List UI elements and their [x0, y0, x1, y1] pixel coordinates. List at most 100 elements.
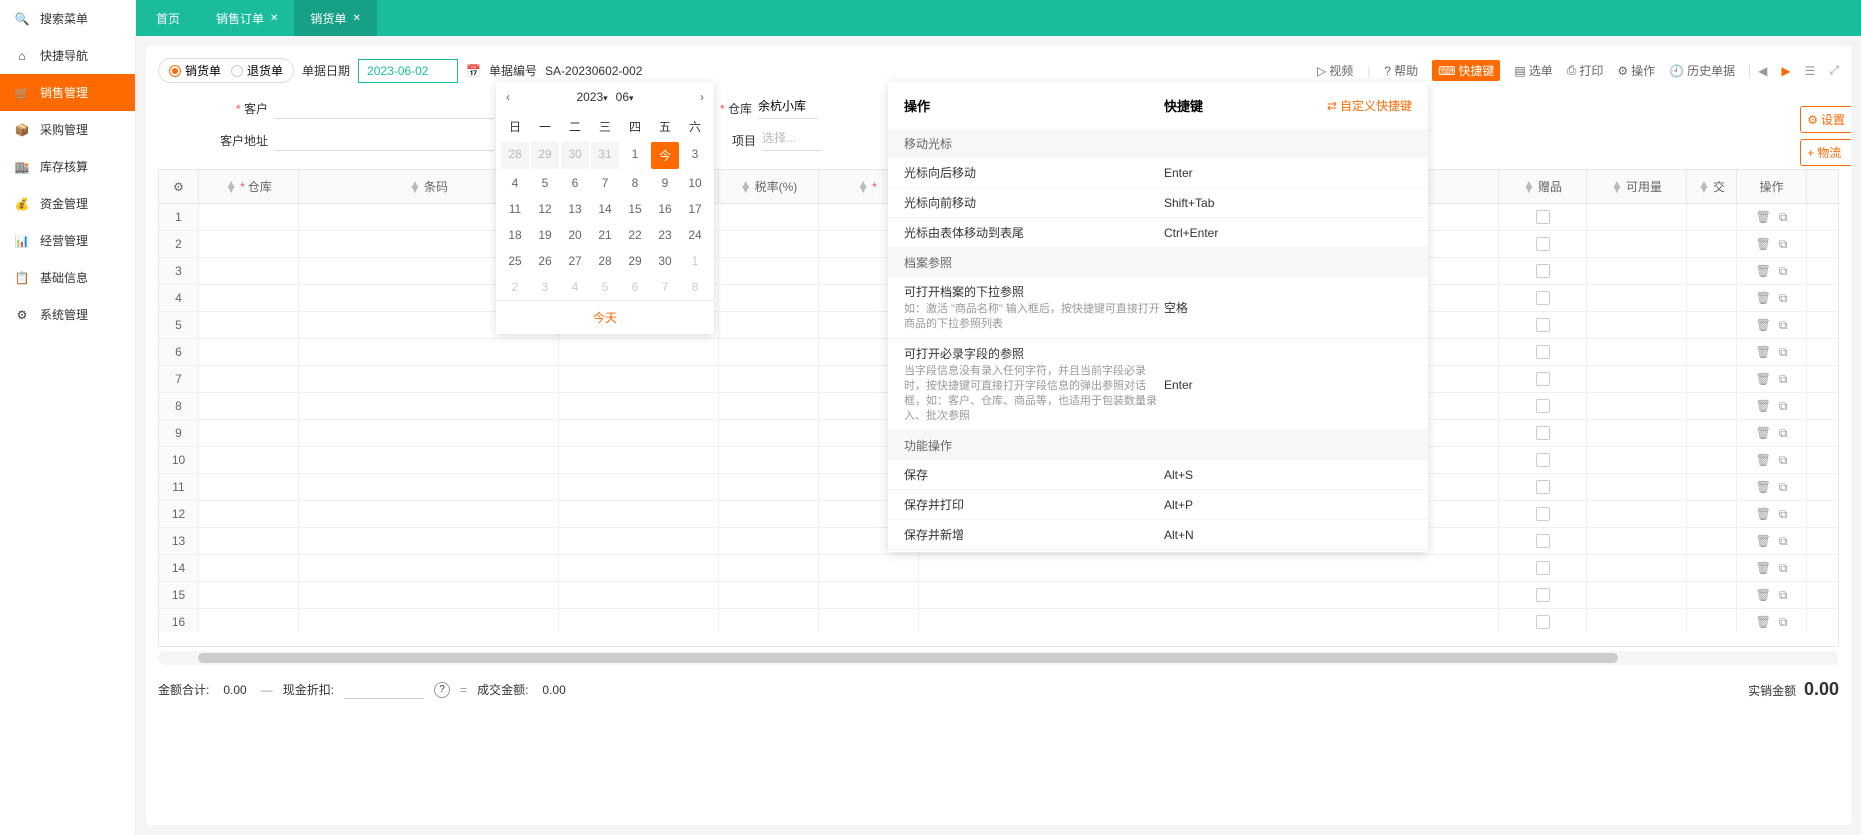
cal-day[interactable]: 3 [681, 142, 709, 169]
expand-icon[interactable]: ⤢ [1829, 63, 1839, 78]
delete-icon[interactable]: 🗑 [1756, 534, 1771, 549]
cal-year[interactable]: 2023▾ [576, 90, 607, 104]
delete-icon[interactable]: 🗑 [1756, 372, 1771, 387]
copy-icon[interactable]: ⧉ [1779, 372, 1788, 387]
cal-day[interactable]: 23 [651, 223, 679, 247]
close-icon[interactable]: ✕ [352, 13, 360, 24]
cal-day-next[interactable]: 8 [681, 275, 709, 299]
sidebar-item-1[interactable]: ⌂快捷导航 [0, 37, 135, 74]
warehouse-input[interactable]: 余杭小库 [758, 97, 818, 119]
cal-day[interactable]: 4 [501, 171, 529, 195]
copy-icon[interactable]: ⧉ [1779, 507, 1788, 522]
logistics-button[interactable]: +物流 [1800, 139, 1851, 166]
checkbox[interactable] [1536, 399, 1550, 413]
print-link[interactable]: ⎙打印 [1567, 62, 1604, 79]
delete-icon[interactable]: 🗑 [1756, 426, 1771, 441]
cal-day[interactable]: 29 [621, 249, 649, 273]
copy-icon[interactable]: ⧉ [1779, 399, 1788, 414]
delete-icon[interactable]: 🗑 [1756, 399, 1771, 414]
chevron-left-icon[interactable]: ◀ [1749, 64, 1767, 78]
delete-icon[interactable]: 🗑 [1756, 453, 1771, 468]
project-input[interactable]: 选择... [762, 129, 822, 151]
cal-prev[interactable]: ‹ [506, 90, 510, 104]
cal-day[interactable]: 15 [621, 197, 649, 221]
cal-day[interactable]: 18 [501, 223, 529, 247]
cal-day[interactable]: 1 [621, 142, 649, 169]
tab-1[interactable]: 销售订单✕ [200, 0, 294, 36]
cal-day[interactable]: 16 [651, 197, 679, 221]
delete-icon[interactable]: 🗑 [1756, 507, 1771, 522]
cal-day-prev[interactable]: 31 [591, 142, 619, 169]
checkbox[interactable] [1536, 615, 1550, 629]
delete-icon[interactable]: 🗑 [1756, 264, 1771, 279]
delete-icon[interactable]: 🗑 [1756, 237, 1771, 252]
cal-day[interactable]: 28 [591, 249, 619, 273]
cal-day[interactable]: 14 [591, 197, 619, 221]
copy-icon[interactable]: ⧉ [1779, 561, 1788, 576]
sidebar-item-3[interactable]: 📦采购管理 [0, 111, 135, 148]
col-header-4[interactable]: ▲▼税率(%) [719, 170, 819, 203]
cal-day[interactable]: 7 [591, 171, 619, 195]
cal-day-prev[interactable]: 28 [501, 142, 529, 169]
copy-icon[interactable]: ⧉ [1779, 615, 1788, 630]
cal-day[interactable]: 27 [561, 249, 589, 273]
checkbox[interactable] [1536, 372, 1550, 386]
checkbox[interactable] [1536, 534, 1550, 548]
cal-day-next[interactable]: 2 [501, 275, 529, 299]
copy-icon[interactable]: ⧉ [1779, 426, 1788, 441]
cal-day[interactable]: 5 [531, 171, 559, 195]
chevron-right-icon[interactable]: ▶ [1781, 64, 1790, 78]
sidebar-item-4[interactable]: 🏬库存核算 [0, 148, 135, 185]
delete-icon[interactable]: 🗑 [1756, 210, 1771, 225]
hotkey-button[interactable]: ⌨快捷键 [1432, 60, 1500, 81]
table-row[interactable]: 15🗑⧉ [159, 582, 1838, 609]
checkbox[interactable] [1536, 453, 1550, 467]
checkbox[interactable] [1536, 291, 1550, 305]
hk-custom-link[interactable]: ⇄自定义快捷键 [1327, 97, 1412, 114]
delete-icon[interactable]: 🗑 [1756, 561, 1771, 576]
checkbox[interactable] [1536, 210, 1550, 224]
help-icon[interactable]: ? [434, 682, 450, 698]
cal-month[interactable]: 06▾ [616, 90, 634, 104]
checkbox[interactable] [1536, 345, 1550, 359]
col-header-7[interactable]: ▲▼赠品 [1499, 170, 1587, 203]
col-header-1[interactable]: ▲▼* 仓库 [199, 170, 299, 203]
cal-day[interactable]: 9 [651, 171, 679, 195]
table-row[interactable]: 16🗑⧉ [159, 609, 1838, 632]
cal-day-next[interactable]: 5 [591, 275, 619, 299]
tab-2[interactable]: 销货单✕ [294, 0, 376, 36]
delete-icon[interactable]: 🗑 [1756, 480, 1771, 495]
sidebar-item-6[interactable]: 📊经营管理 [0, 222, 135, 259]
checkbox[interactable] [1536, 588, 1550, 602]
date-input[interactable]: 2023-06-02 [358, 59, 458, 83]
cal-day[interactable]: 26 [531, 249, 559, 273]
customer-input[interactable] [274, 97, 494, 119]
cal-day[interactable]: 10 [681, 171, 709, 195]
delete-icon[interactable]: 🗑 [1756, 615, 1771, 630]
help-link[interactable]: ?帮助 [1384, 62, 1418, 79]
checkbox[interactable] [1536, 480, 1550, 494]
cal-day[interactable]: 6 [561, 171, 589, 195]
cal-day[interactable]: 24 [681, 223, 709, 247]
cal-day[interactable]: 8 [621, 171, 649, 195]
op-link[interactable]: ⚙操作 [1617, 62, 1655, 79]
cal-day-prev[interactable]: 29 [531, 142, 559, 169]
checkbox[interactable] [1536, 237, 1550, 251]
cal-day[interactable]: 30 [651, 249, 679, 273]
sidebar-item-7[interactable]: 📋基础信息 [0, 259, 135, 296]
sidebar-item-8[interactable]: ⚙系统管理 [0, 296, 135, 333]
radio-sale[interactable]: 销货单 [169, 62, 221, 79]
sidebar-item-0[interactable]: 🔍搜索菜单 [0, 0, 135, 37]
checkbox[interactable] [1536, 426, 1550, 440]
delete-icon[interactable]: 🗑 [1756, 588, 1771, 603]
copy-icon[interactable]: ⧉ [1779, 345, 1788, 360]
delete-icon[interactable]: 🗑 [1756, 345, 1771, 360]
cal-day-prev[interactable]: 30 [561, 142, 589, 169]
cal-day[interactable]: 25 [501, 249, 529, 273]
cal-day[interactable]: 11 [501, 197, 529, 221]
copy-icon[interactable]: ⧉ [1779, 264, 1788, 279]
cal-next[interactable]: › [700, 90, 704, 104]
copy-icon[interactable]: ⧉ [1779, 480, 1788, 495]
delete-icon[interactable]: 🗑 [1756, 318, 1771, 333]
cal-day[interactable]: 20 [561, 223, 589, 247]
